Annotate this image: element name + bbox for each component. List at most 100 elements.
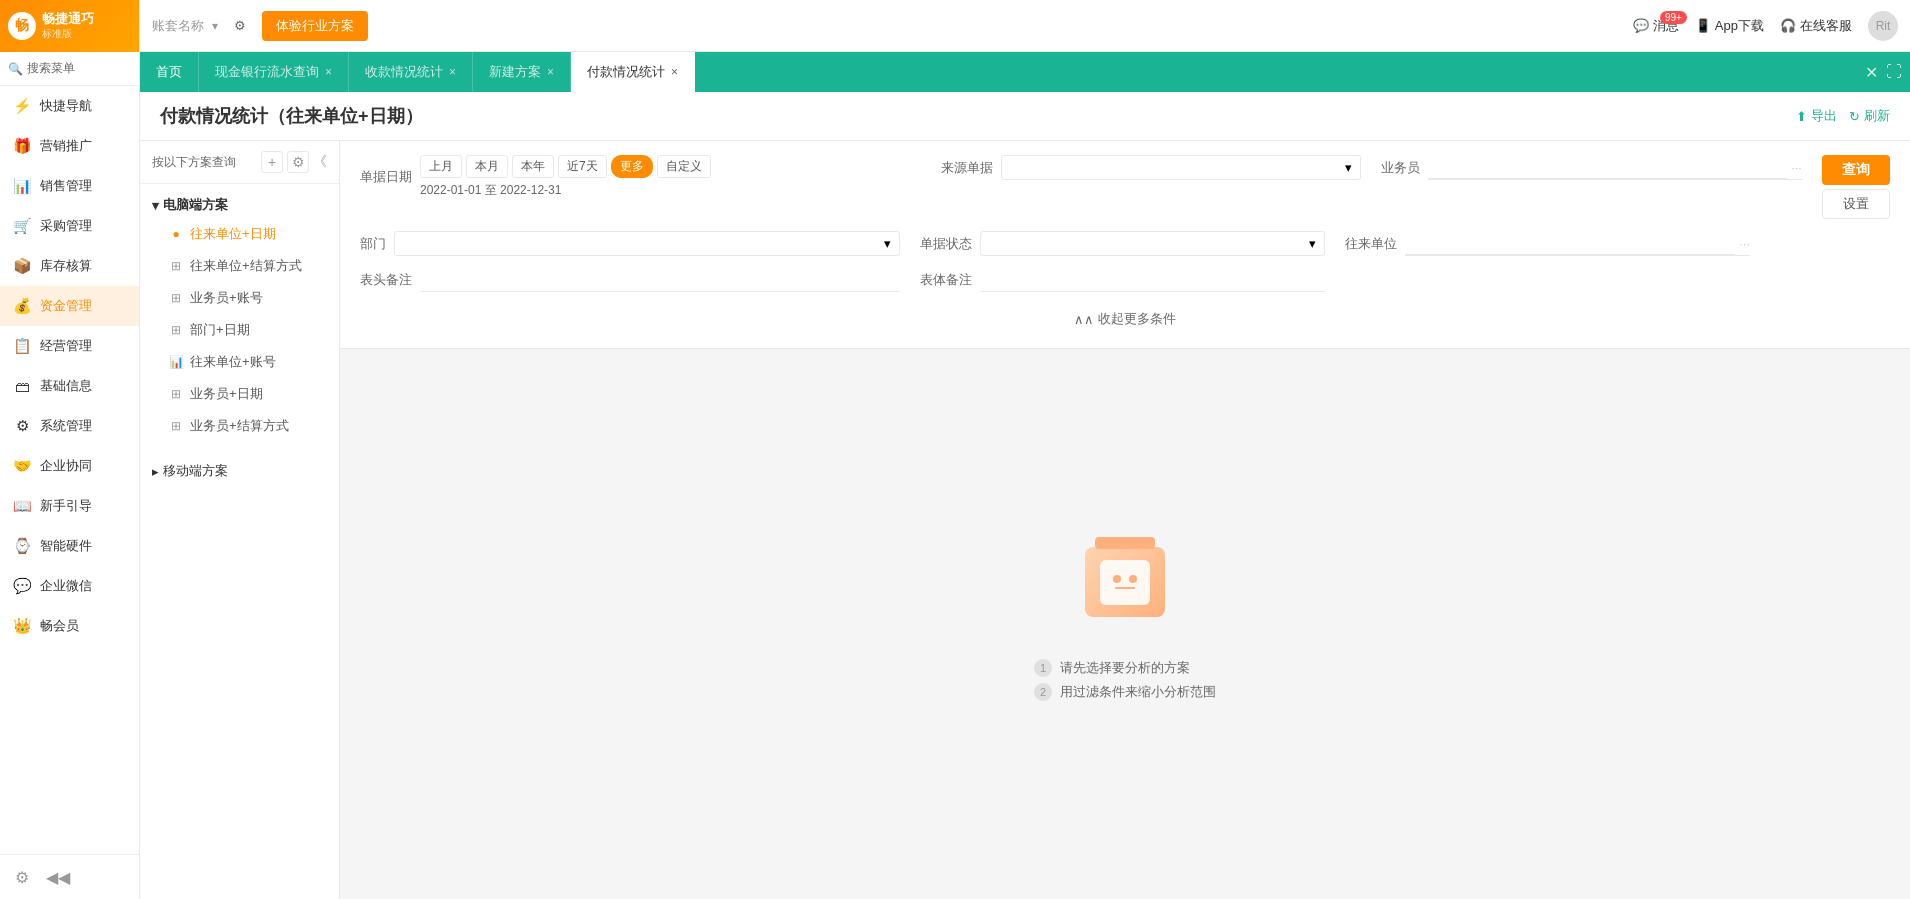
staff-filter-label: 业务员 [1381, 159, 1420, 177]
body-note-input[interactable] [980, 268, 1325, 292]
unit-filter-label: 往来单位 [1345, 235, 1397, 253]
sidebar-nav: ⚡ 快捷导航 🎁 营销推广 📊 销售管理 🛒 采购管理 📦 库存核算 💰 资金管… [0, 86, 139, 854]
sidebar-item-quick-nav[interactable]: ⚡ 快捷导航 [0, 86, 139, 126]
date-btn-more[interactable]: 更多 [611, 155, 653, 178]
header-note-input[interactable] [420, 268, 900, 292]
right-panel: 单据日期 上月 本月 本年 近7天 更多 自定义 20 [340, 141, 1910, 899]
staff-input[interactable] [1428, 155, 1787, 179]
scheme-item-label: 业务员+账号 [190, 289, 263, 307]
message-btn[interactable]: 💬 消息 99+ [1633, 17, 1679, 35]
date-btn-this-month[interactable]: 本月 [466, 155, 508, 178]
sidebar-item-corp[interactable]: 🤝 企业协同 [0, 446, 139, 486]
date-btn-custom[interactable]: 自定义 [657, 155, 711, 178]
tab-new-scheme-label: 新建方案 [489, 63, 541, 81]
export-btn[interactable]: ⬆ 导出 [1796, 107, 1837, 125]
system-icon: ⚙ [12, 416, 32, 436]
mobile-group-label: 移动端方案 [163, 462, 228, 480]
scheme-active-icon: ● [168, 226, 184, 242]
trial-btn[interactable]: 体验行业方案 [262, 11, 368, 41]
brand-text: 账套名称 [152, 17, 204, 35]
tab-new-scheme-close[interactable]: × [547, 65, 554, 79]
scheme-item-label: 往来单位+结算方式 [190, 257, 302, 275]
tab-new-scheme[interactable]: 新建方案 × [473, 52, 571, 92]
sidebar-item-purchase[interactable]: 🛒 采购管理 [0, 206, 139, 246]
sidebar-item-weixin[interactable]: 💬 企业微信 [0, 566, 139, 606]
sidebar-item-label: 销售管理 [40, 177, 92, 195]
mobile-scheme-group: ▸ 移动端方案 [140, 450, 339, 492]
scheme-item-unit-account[interactable]: 📊 往来单位+账号 [140, 346, 339, 378]
app-icon: 📱 [1695, 18, 1711, 33]
settings-footer-btn[interactable]: ⚙ [8, 863, 36, 891]
sidebar-item-hardware[interactable]: ⌚ 智能硬件 [0, 526, 139, 566]
filter-header-note-item: 表头备注 [360, 268, 900, 292]
date-btn-last-month[interactable]: 上月 [420, 155, 462, 178]
scheme-table-icon: ⊞ [168, 322, 184, 338]
sidebar-item-system[interactable]: ⚙ 系统管理 [0, 406, 139, 446]
source-select[interactable]: ▾ [1001, 155, 1362, 180]
sidebar-item-guide[interactable]: 📖 新手引导 [0, 486, 139, 526]
operation-icon: 📋 [12, 336, 32, 356]
sidebar-item-member[interactable]: 👑 畅会员 [0, 606, 139, 646]
date-btn-7days[interactable]: 近7天 [558, 155, 607, 178]
tab-home-label: 首页 [156, 63, 182, 81]
online-service-btn[interactable]: 🎧 在线客服 [1780, 17, 1852, 35]
scheme-item-staff-settle[interactable]: ⊞ 业务员+结算方式 [140, 410, 339, 442]
collapse-sidebar-btn[interactable]: ◀◀ [44, 863, 72, 891]
scheme-item-unit-settle[interactable]: ⊞ 往来单位+结算方式 [140, 250, 339, 282]
tab-receipt-stat-close[interactable]: × [449, 65, 456, 79]
dept-select-chevron: ▾ [884, 236, 891, 251]
sidebar-item-operation[interactable]: 📋 经营管理 [0, 326, 139, 366]
date-filter-label: 单据日期 [360, 168, 412, 186]
staff-input-dots: ··· [1791, 160, 1802, 175]
sidebar-item-basic[interactable]: 🗃 基础信息 [0, 366, 139, 406]
app-label: App下载 [1715, 17, 1764, 35]
mobile-group-title[interactable]: ▸ 移动端方案 [140, 458, 339, 484]
robot-eyes [1113, 575, 1137, 583]
scheme-item-staff-account[interactable]: ⊞ 业务员+账号 [140, 282, 339, 314]
scheme-chart-icon: 📊 [168, 354, 184, 370]
sidebar-item-label: 资金管理 [40, 297, 92, 315]
topbar: 账套名称 ▾ ⚙ 体验行业方案 💬 消息 99+ 📱 App下载 🎧 在线客服 … [140, 0, 1910, 52]
filter-unit-item: 往来单位 ··· [1345, 231, 1750, 256]
sidebar-search[interactable]: 🔍 搜索菜单 [0, 52, 139, 86]
tab-home[interactable]: 首页 [140, 52, 199, 92]
user-avatar[interactable]: Rit [1868, 11, 1898, 41]
filter-source-item: 来源单据 ▾ [941, 155, 1362, 180]
unit-input[interactable] [1405, 231, 1735, 255]
app-download-btn[interactable]: 📱 App下载 [1695, 17, 1764, 35]
filter-date-item: 单据日期 上月 本月 本年 近7天 更多 自定义 20 [360, 155, 921, 199]
sidebar-item-inventory[interactable]: 📦 库存核算 [0, 246, 139, 286]
sidebar-item-marketing[interactable]: 🎁 营销推广 [0, 126, 139, 166]
sidebar-item-sales[interactable]: 📊 销售管理 [0, 166, 139, 206]
dept-select[interactable]: ▾ [394, 231, 900, 256]
collapse-left-panel-btn[interactable]: 《 [313, 153, 327, 171]
tab-pay-stat-close[interactable]: × [671, 65, 678, 79]
collapse-more-btn[interactable]: ∧∧ 收起更多条件 [360, 304, 1890, 334]
sidebar-item-fund[interactable]: 💰 资金管理 [0, 286, 139, 326]
scheme-item-label: 业务员+日期 [190, 385, 263, 403]
header-note-label: 表头备注 [360, 271, 412, 289]
export-label: 导出 [1811, 107, 1837, 125]
tab-bank-flow-close[interactable]: × [325, 65, 332, 79]
empty-tips: 1 请先选择要分析的方案 2 用过滤条件来缩小分析范围 [1034, 659, 1216, 701]
add-scheme-btn[interactable]: + [261, 151, 283, 173]
scheme-item-unit-date[interactable]: ● 往来单位+日期 [140, 218, 339, 250]
fullscreen-btn[interactable]: ⛶ [1886, 63, 1902, 81]
topbar-settings-btn[interactable]: ⚙ [226, 12, 254, 40]
scheme-item-dept-date[interactable]: ⊞ 部门+日期 [140, 314, 339, 346]
query-btn[interactable]: 查询 [1822, 155, 1890, 185]
empty-state: 1 请先选择要分析的方案 2 用过滤条件来缩小分析范围 [1034, 547, 1216, 701]
refresh-btn[interactable]: ↻ 刷新 [1849, 107, 1890, 125]
scheme-item-staff-date[interactable]: ⊞ 业务员+日期 [140, 378, 339, 410]
tabbar: 首页 现金银行流水查询 × 收款情况统计 × 新建方案 × 付款情况统计 × ✕… [140, 52, 1910, 92]
date-btn-this-year[interactable]: 本年 [512, 155, 554, 178]
sidebar-item-label: 畅会员 [40, 617, 79, 635]
sidebar-footer: ⚙ ◀◀ [0, 854, 139, 899]
tab-receipt-stat[interactable]: 收款情况统计 × [349, 52, 473, 92]
close-all-tabs-btn[interactable]: ✕ [1865, 63, 1878, 82]
bill-status-select[interactable]: ▾ [980, 231, 1325, 256]
setting-btn[interactable]: 设置 [1822, 189, 1890, 219]
scheme-settings-btn[interactable]: ⚙ [287, 151, 309, 173]
tab-pay-stat[interactable]: 付款情况统计 × [571, 52, 695, 92]
tab-bank-flow[interactable]: 现金银行流水查询 × [199, 52, 349, 92]
